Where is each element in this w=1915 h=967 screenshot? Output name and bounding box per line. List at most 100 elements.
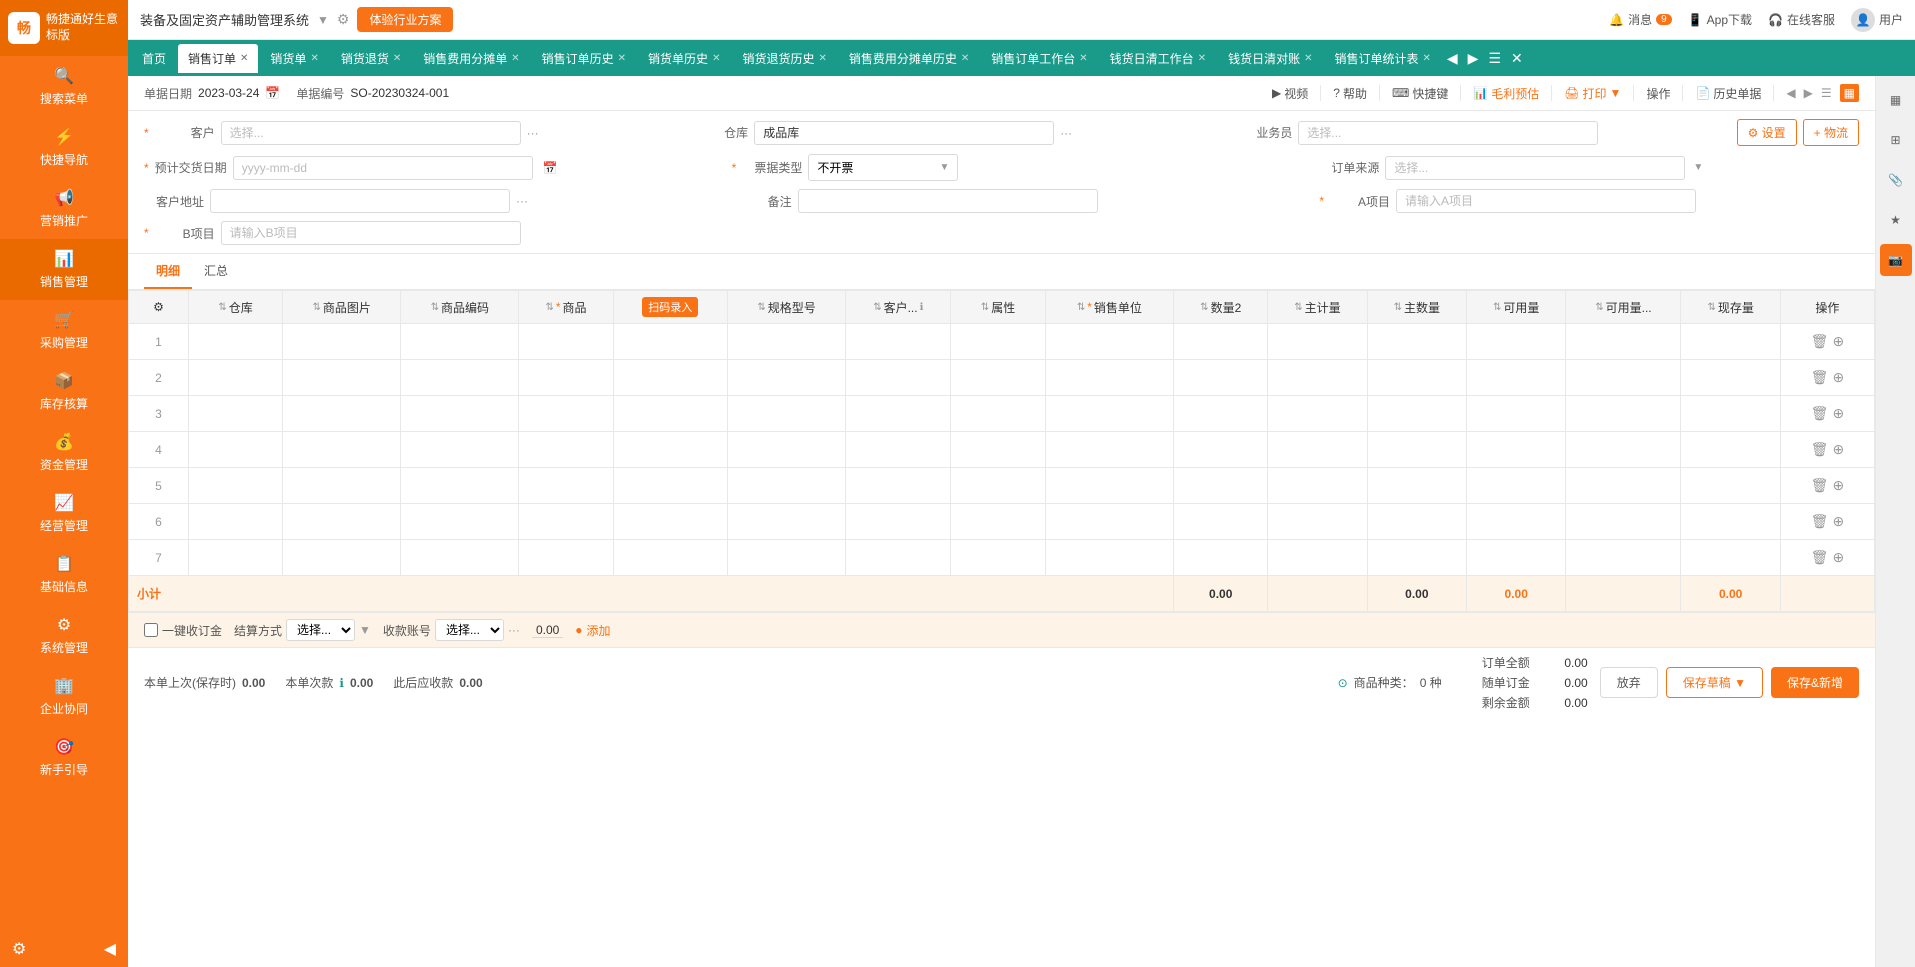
online-service-btn[interactable]: 🎧 在线客服 xyxy=(1768,11,1835,28)
row-4-product-code[interactable] xyxy=(401,432,519,468)
sidebar-item-system[interactable]: ⚙ 系统管理 xyxy=(0,605,128,666)
row-4-main-unit[interactable] xyxy=(1268,432,1367,468)
row-4-available-qty[interactable] xyxy=(1467,432,1566,468)
row-6-copy-icon[interactable]: ⊕ xyxy=(1832,513,1844,530)
order-source-input[interactable] xyxy=(1385,156,1685,180)
warehouse-input[interactable] xyxy=(754,121,1054,145)
row-7-quantity2[interactable] xyxy=(1174,540,1268,576)
tab-sales-fee-split-close-icon[interactable]: ✕ xyxy=(511,53,519,64)
row-1-sales-unit[interactable] xyxy=(1045,324,1174,360)
customer-more-icon[interactable]: ··· xyxy=(527,126,539,140)
row-4-warehouse[interactable] xyxy=(189,432,283,468)
row-7-attribute[interactable] xyxy=(951,540,1045,576)
row-4-current-qty[interactable] xyxy=(1681,432,1780,468)
row-2-product-image[interactable] xyxy=(283,360,401,396)
tabs-close-all-icon[interactable]: ✕ xyxy=(1507,50,1527,67)
row-2-main-quantity[interactable] xyxy=(1367,360,1466,396)
th-sales-unit[interactable]: ⇅ * 销售单位 xyxy=(1045,291,1174,324)
dropdown-arrow-icon[interactable]: ▼ xyxy=(317,13,329,27)
row-3-attribute[interactable] xyxy=(951,396,1045,432)
row-6-product[interactable] xyxy=(519,504,613,540)
panel-tab-summary[interactable]: 汇总 xyxy=(192,254,240,289)
date-value[interactable]: 2023-03-24 xyxy=(198,86,259,100)
tab-sales-bill-history-close-icon[interactable]: ✕ xyxy=(712,53,720,64)
list-view-icon[interactable]: ☰ xyxy=(1821,86,1832,100)
tab-sales-bill-close-icon[interactable]: ✕ xyxy=(310,53,318,64)
row-2-quantity2[interactable] xyxy=(1174,360,1268,396)
row-4-delete-icon[interactable]: 🗑 xyxy=(1811,441,1829,458)
print-btn[interactable]: 🖨 打印 ▼ xyxy=(1564,85,1621,102)
row-4-copy-icon[interactable]: ⊕ xyxy=(1832,441,1844,458)
row-1-product-image[interactable] xyxy=(283,324,401,360)
tab-sales-bill-history[interactable]: 销货单历史 ✕ xyxy=(638,44,730,73)
user-btn[interactable]: 👤 用户 xyxy=(1851,8,1903,32)
th-available-qty[interactable]: ⇅ 可用量 xyxy=(1467,291,1566,324)
sidebar-item-quick-nav[interactable]: ⚡ 快捷导航 xyxy=(0,117,128,178)
row-5-product[interactable] xyxy=(519,468,613,504)
th-main-unit[interactable]: ⇅ 主计量 xyxy=(1268,291,1367,324)
row-6-available-ellipsis[interactable] xyxy=(1566,504,1681,540)
tab-sales-fee-split[interactable]: 销售费用分摊单 ✕ xyxy=(413,44,529,73)
add-item-btn[interactable]: ● 添加 xyxy=(575,622,610,639)
th-product-code[interactable]: ⇅ 商品编码 xyxy=(401,291,519,324)
tab-credit-daily-workbench[interactable]: 钱货日清工作台 ✕ xyxy=(1100,44,1216,73)
tab-sales-return-history[interactable]: 销货退货历史 ✕ xyxy=(732,44,836,73)
row-5-current-qty[interactable] xyxy=(1681,468,1780,504)
row-2-product-code[interactable] xyxy=(401,360,519,396)
row-5-available-qty[interactable] xyxy=(1467,468,1566,504)
grid-view-icon[interactable]: ▦ xyxy=(1840,84,1859,102)
collapse-sidebar-icon[interactable]: ◀ xyxy=(104,939,116,959)
row-7-product[interactable] xyxy=(519,540,613,576)
th-available-ellipsis[interactable]: ⇅ 可用量... xyxy=(1566,291,1681,324)
row-6-customer-field[interactable] xyxy=(846,504,951,540)
row-3-available-ellipsis[interactable] xyxy=(1566,396,1681,432)
row-1-available-ellipsis[interactable] xyxy=(1566,324,1681,360)
tab-sales-order-history-close-icon[interactable]: ✕ xyxy=(618,53,626,64)
salesperson-input[interactable] xyxy=(1298,121,1598,145)
delivery-date-input[interactable] xyxy=(233,156,533,180)
sidebar-item-marketing[interactable]: 📢 营销推广 xyxy=(0,178,128,239)
row-5-product-image[interactable] xyxy=(283,468,401,504)
tabs-next-icon[interactable]: ▶ xyxy=(1464,50,1483,67)
tab-sales-order-close-icon[interactable]: ✕ xyxy=(240,53,248,64)
row-1-spec-model[interactable] xyxy=(727,324,845,360)
customer-input[interactable] xyxy=(221,121,521,145)
remarks-input[interactable] xyxy=(798,189,1098,213)
tab-sales-bill[interactable]: 销货单 ✕ xyxy=(260,44,328,73)
row-1-main-quantity[interactable] xyxy=(1367,324,1466,360)
row-2-available-ellipsis[interactable] xyxy=(1566,360,1681,396)
tab-sales-order[interactable]: 销售订单 ✕ xyxy=(178,44,258,73)
row-3-copy-icon[interactable]: ⊕ xyxy=(1832,405,1844,422)
row-6-product-code[interactable] xyxy=(401,504,519,540)
app-download-btn[interactable]: 📱 App下载 xyxy=(1688,11,1752,28)
row-3-sales-unit[interactable] xyxy=(1045,396,1174,432)
row-2-sales-unit[interactable] xyxy=(1045,360,1174,396)
row-7-current-qty[interactable] xyxy=(1681,540,1780,576)
th-attribute[interactable]: ⇅ 属性 xyxy=(951,291,1045,324)
payment-method-select[interactable]: 选择... xyxy=(286,619,355,641)
shortcut-btn[interactable]: ⌨ 快捷键 xyxy=(1392,85,1448,102)
row-3-product[interactable] xyxy=(519,396,613,432)
row-1-customer-field[interactable] xyxy=(846,324,951,360)
row-5-product-code[interactable] xyxy=(401,468,519,504)
sidebar-item-guide[interactable]: 🎯 新手引导 xyxy=(0,727,128,788)
sidebar-item-operations[interactable]: 📈 经营管理 xyxy=(0,483,128,544)
row-1-warehouse[interactable] xyxy=(189,324,283,360)
row-6-spec-model[interactable] xyxy=(727,504,845,540)
tab-sales-return-close-icon[interactable]: ✕ xyxy=(393,53,401,64)
row-5-copy-icon[interactable]: ⊕ xyxy=(1832,477,1844,494)
row-2-warehouse[interactable] xyxy=(189,360,283,396)
row-3-current-qty[interactable] xyxy=(1681,396,1780,432)
history-btn[interactable]: 📄 历史单据 xyxy=(1695,85,1761,102)
row-2-product[interactable] xyxy=(519,360,613,396)
row-7-copy-icon[interactable]: ⊕ xyxy=(1832,549,1844,566)
warehouse-more-icon[interactable]: ··· xyxy=(1060,126,1072,140)
settings-topbar-icon[interactable]: ⚙ xyxy=(337,11,350,28)
right-panel-widget-btn[interactable]: ⊞ xyxy=(1880,124,1912,156)
row-5-spec-model[interactable] xyxy=(727,468,845,504)
row-7-product-code[interactable] xyxy=(401,540,519,576)
row-3-product-image[interactable] xyxy=(283,396,401,432)
customer-address-input[interactable] xyxy=(210,189,510,213)
row-2-delete-icon[interactable]: 🗑 xyxy=(1811,369,1829,386)
settings-btn[interactable]: ⚙ 设置 xyxy=(1737,119,1797,146)
